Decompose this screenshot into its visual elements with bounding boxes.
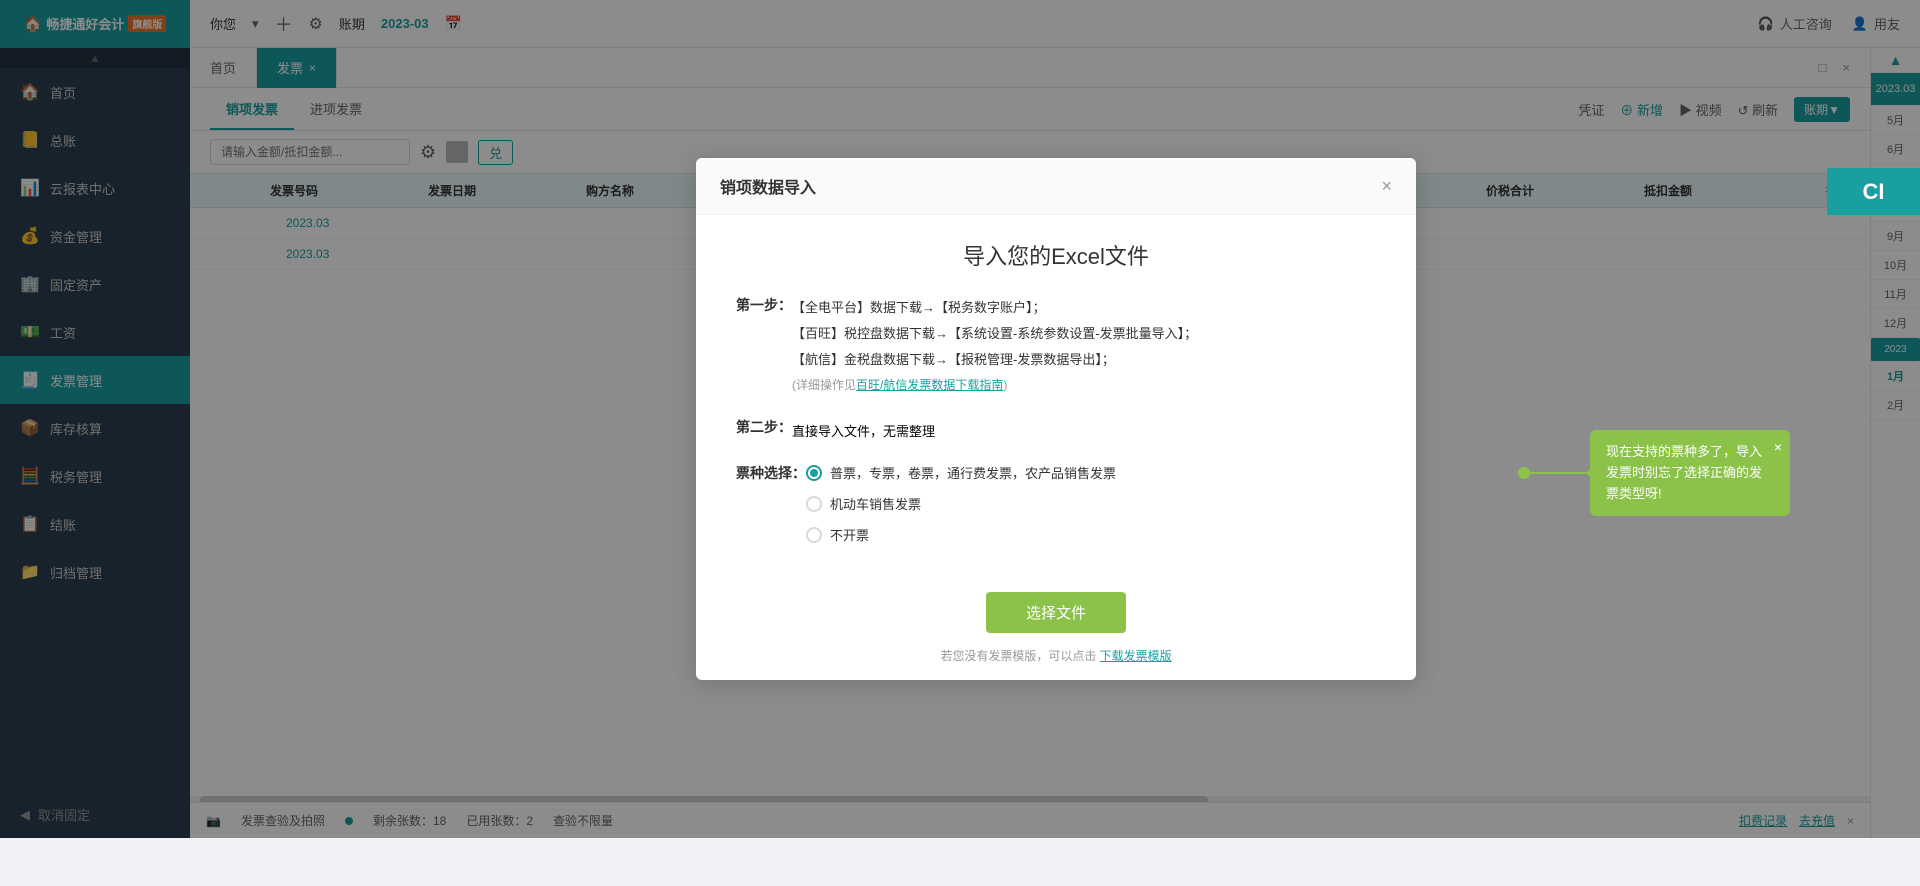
step1-line1: 【全电平台】数据下载→【税务数字账户】； — [792, 295, 1197, 321]
ticket-radio-group: 普票，专票，卷票，通行费发票，农产品销售发票 机动车销售发票 不开票 — [806, 463, 1116, 556]
ticket-option-1[interactable]: 普票，专票，卷票，通行费发票，农产品销售发票 — [806, 463, 1116, 482]
ticket-option-3[interactable]: 不开票 — [806, 525, 1116, 544]
step2: 第二步： 直接导入文件，无需整理 — [736, 417, 1376, 443]
tooltip-dot — [1518, 467, 1530, 479]
modal-title: 销项数据导入 — [720, 174, 816, 198]
ticket-label: 票种选择： — [736, 463, 806, 483]
modal-header: 销项数据导入 × — [696, 158, 1416, 215]
ci-badge[interactable]: CI — [1827, 168, 1920, 215]
tooltip-bubble: × 现在支持的票种多了，导入发票时别忘了选择正确的发票类型呀! — [1590, 430, 1790, 516]
ticket-option-2[interactable]: 机动车销售发票 — [806, 494, 1116, 513]
step1-label: 第一步： — [736, 295, 792, 315]
step1: 第一步： 【全电平台】数据下载→【税务数字账户】； 【百旺】税控盘数据下载→【系… — [736, 295, 1376, 397]
tooltip-text: 现在支持的票种多了，导入发票时别忘了选择正确的发票类型呀! — [1606, 444, 1762, 501]
step1-content: 【全电平台】数据下载→【税务数字账户】； 【百旺】税控盘数据下载→【系统设置-系… — [792, 295, 1197, 397]
step1-line3: 【航信】金税盘数据下载→【报税管理-发票数据导出】； — [792, 347, 1197, 373]
hint-text: 若您没有发票模版，可以点击 — [940, 649, 1096, 663]
modal-close-button[interactable]: × — [1381, 177, 1392, 195]
download-template-link[interactable]: 下载发票模版 — [1100, 649, 1172, 663]
radio-unchecked-icon-2 — [806, 496, 822, 512]
select-file-button[interactable]: 选择文件 — [986, 592, 1126, 633]
modal-footer: 选择文件 若您没有发票模版，可以点击 下载发票模版 — [696, 592, 1416, 680]
step1-detail: (详细操作见百旺/航信发票数据下载指南) — [792, 373, 1197, 397]
radio-unchecked-icon-3 — [806, 527, 822, 543]
modal-hint: 若您没有发票模版，可以点击 下载发票模版 — [696, 647, 1416, 664]
modal-body: 导入您的Excel文件 第一步： 【全电平台】数据下载→【税务数字账户】； 【百… — [696, 215, 1416, 592]
ticket-option-3-label: 不开票 — [830, 525, 869, 544]
import-modal: 销项数据导入 × 导入您的Excel文件 第一步： 【全电平台】数据下载→【税务… — [696, 158, 1416, 680]
step2-text: 直接导入文件，无需整理 — [792, 421, 935, 440]
tooltip-close-button[interactable]: × — [1774, 436, 1782, 458]
step2-label: 第二步： — [736, 417, 792, 437]
ticket-option-2-label: 机动车销售发票 — [830, 494, 921, 513]
step1-line2: 【百旺】税控盘数据下载→【系统设置-系统参数设置-发票批量导入】； — [792, 321, 1197, 347]
ticket-option-1-label: 普票，专票，卷票，通行费发票，农产品销售发票 — [830, 463, 1116, 482]
modal-main-title: 导入您的Excel文件 — [736, 239, 1376, 271]
tooltip-area: × 现在支持的票种多了，导入发票时别忘了选择正确的发票类型呀! — [1518, 430, 1790, 516]
radio-checked-icon — [806, 465, 822, 481]
ticket-selection: 票种选择： 普票，专票，卷票，通行费发票，农产品销售发票 机动车销售发票 — [736, 463, 1376, 556]
download-guide-link[interactable]: 百旺/航信发票数据下载指南 — [856, 378, 1003, 392]
